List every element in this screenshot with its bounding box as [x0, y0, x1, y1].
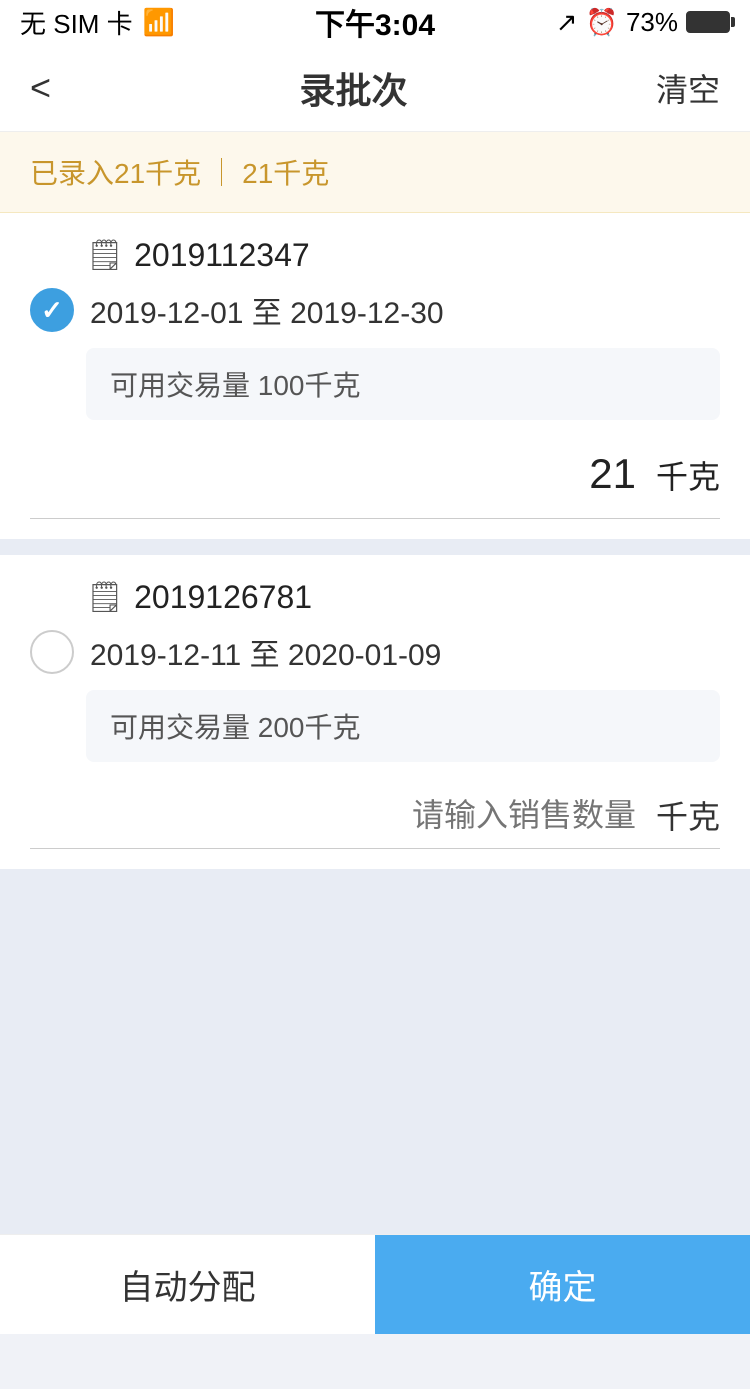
back-button[interactable]: < [30, 67, 51, 109]
batch-card-2: 🗒 2019126781 2019-12-11 至 2020-01-09 可用交… [0, 555, 750, 869]
nav-bar: < 录批次 清空 [0, 44, 750, 132]
batch-1-amount-row: 千克 [0, 440, 750, 518]
alarm-icon: ⏰ [586, 7, 618, 38]
clear-button[interactable]: 清空 [656, 65, 720, 111]
batch-1-id-row: 🗒 2019112347 [30, 237, 720, 274]
batch-1-id: 2019112347 [134, 237, 310, 274]
batch-2-unit: 千克 [656, 792, 720, 838]
status-bar: 无 SIM 卡 📶 下午3:04 ↗ ⏰ 73% [0, 0, 750, 44]
section-divider-1 [0, 539, 750, 555]
batch-1-date-row[interactable]: 2019-12-01 至 2019-12-30 [30, 288, 720, 332]
batch-1-date: 2019-12-01 至 2019-12-30 [90, 288, 444, 332]
auto-assign-button[interactable]: 自动分配 [0, 1235, 375, 1334]
batch-2-id-row: 🗒 2019126781 [30, 579, 720, 616]
batch-2-id: 2019126781 [134, 579, 312, 616]
gray-area [0, 869, 750, 1289]
batch-2-avail-qty: 可用交易量 200千克 [86, 690, 720, 762]
total-label: 21千克 [242, 152, 329, 192]
carrier-label: 无 SIM 卡 [20, 4, 133, 41]
page-title: 录批次 [300, 62, 408, 114]
status-time: 下午3:04 [315, 0, 435, 44]
batch-1-avail-qty: 可用交易量 100千克 [86, 348, 720, 420]
batch-card-2-inner: 🗒 2019126781 2019-12-11 至 2020-01-09 可用交… [0, 555, 750, 762]
bottom-bar: 自动分配 确定 [0, 1234, 750, 1334]
batch-card-1-inner: 🗒 2019112347 2019-12-01 至 2019-12-30 可用交… [0, 213, 750, 420]
batch-2-spacer [0, 849, 750, 869]
batch-2-radio[interactable] [30, 630, 74, 674]
batch-1-spacer [0, 519, 750, 539]
batch-2-qty-row: 千克 [0, 782, 750, 848]
batch-1-icon: 🗒 [86, 238, 124, 273]
status-right: ↗ ⏰ 73% [556, 7, 730, 38]
batch-card-1: 🗒 2019112347 2019-12-01 至 2019-12-30 可用交… [0, 213, 750, 539]
batch-2-date-row[interactable]: 2019-12-11 至 2020-01-09 [30, 630, 720, 674]
batch-1-amount-input[interactable] [436, 450, 636, 498]
batch-1-unit: 千克 [656, 452, 720, 498]
batch-1-radio[interactable] [30, 288, 74, 332]
location-icon: ↗ [556, 7, 578, 38]
battery-icon [686, 11, 730, 33]
status-left: 无 SIM 卡 📶 [20, 4, 175, 41]
batch-2-icon: 🗒 [86, 580, 124, 615]
batch-2-date: 2019-12-11 至 2020-01-09 [90, 630, 441, 674]
batch-2-qty-input[interactable] [30, 797, 636, 834]
wifi-icon: 📶 [143, 7, 175, 38]
recorded-label: 已录入21千克 [30, 152, 201, 192]
info-banner: 已录入21千克 21千克 [0, 132, 750, 213]
battery-label: 73% [626, 7, 678, 38]
confirm-button[interactable]: 确定 [375, 1235, 750, 1334]
banner-divider [221, 158, 222, 186]
